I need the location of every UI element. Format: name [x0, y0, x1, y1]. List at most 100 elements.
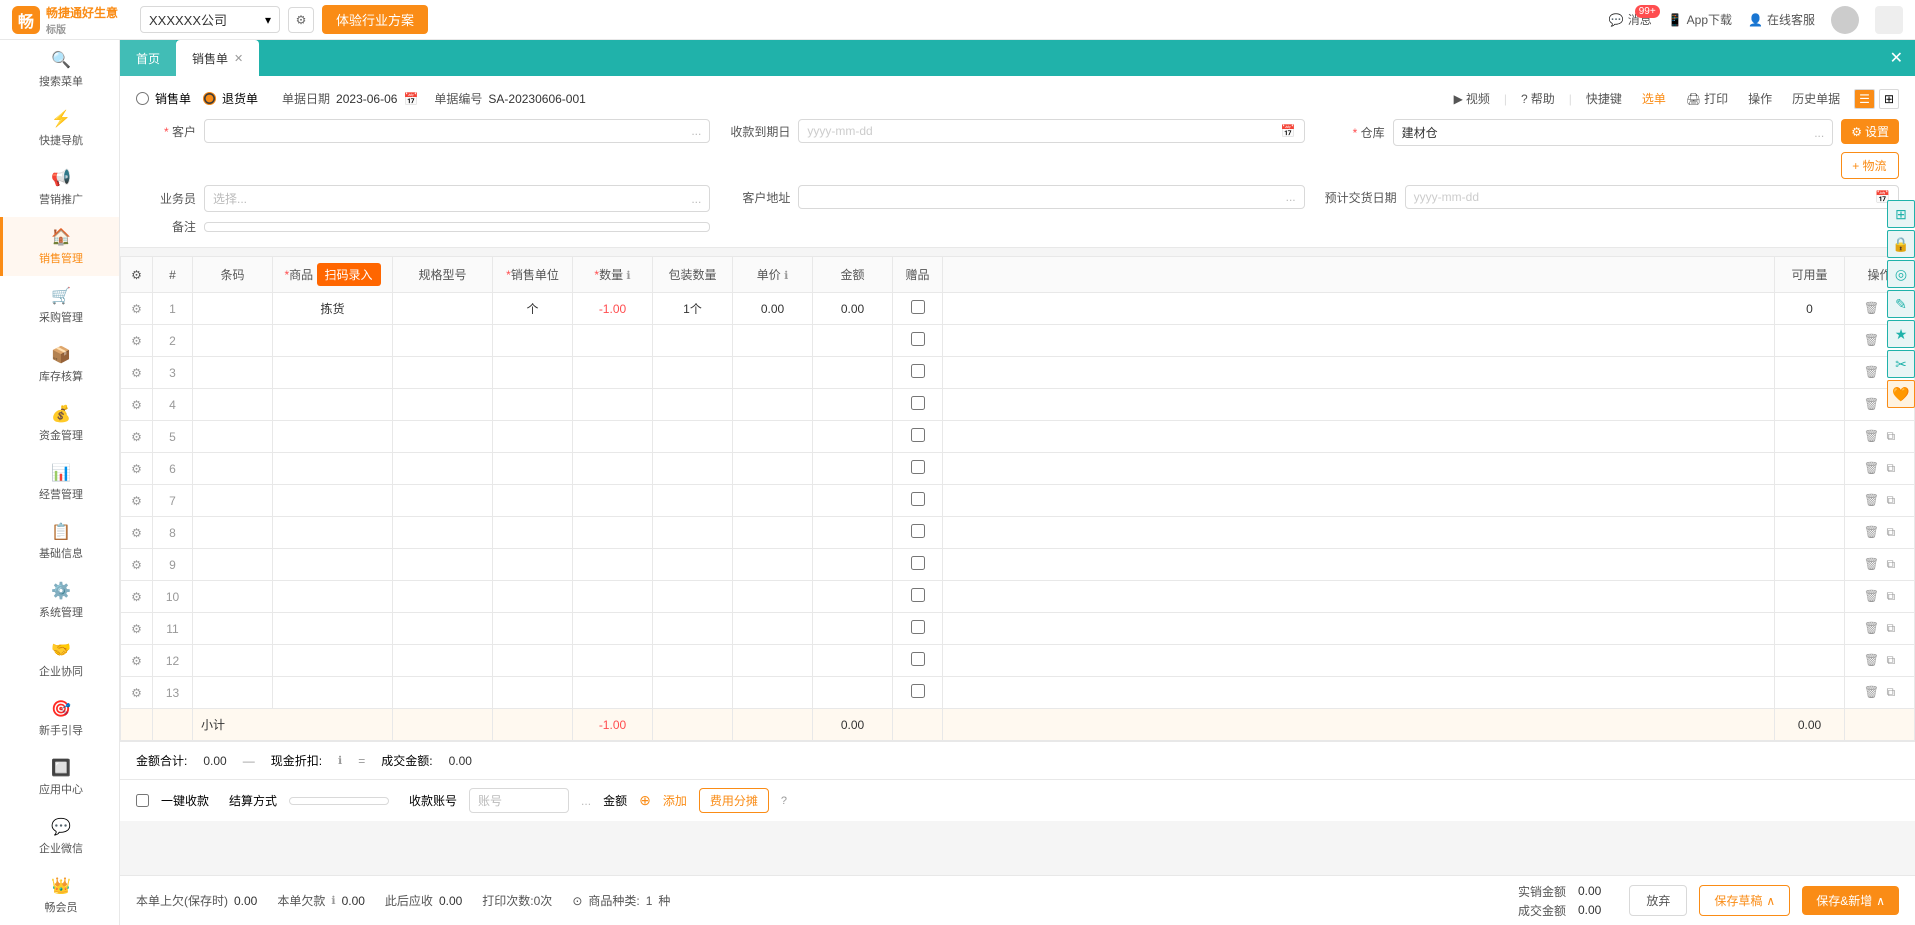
td-gift-11[interactable] — [893, 613, 943, 645]
close-all-tabs-btn[interactable]: ✕ — [1886, 44, 1907, 72]
float-btn-6[interactable]: ✂ — [1887, 350, 1915, 378]
print-btn[interactable]: 🖨 打印 — [1680, 88, 1734, 109]
td-gift-4[interactable] — [893, 389, 943, 421]
td-product-3[interactable] — [273, 357, 393, 389]
td-price-7[interactable] — [733, 485, 813, 517]
td-pkg-12[interactable] — [653, 645, 733, 677]
td-product-8[interactable] — [273, 517, 393, 549]
delete-icon-4[interactable]: 🗑 — [1864, 397, 1879, 411]
one-click-payment-checkbox[interactable] — [136, 794, 149, 807]
td-amount-9[interactable] — [813, 549, 893, 581]
delete-icon-9[interactable]: 🗑 — [1864, 557, 1879, 571]
td-settings-12[interactable]: ⚙ — [121, 645, 153, 677]
td-product-10[interactable] — [273, 581, 393, 613]
td-pkg-13[interactable] — [653, 677, 733, 709]
radio-return[interactable] — [203, 92, 216, 105]
td-barcode-9[interactable] — [193, 549, 273, 581]
sidebar-item-basic[interactable]: 📋 基础信息 — [0, 512, 119, 571]
td-price-10[interactable] — [733, 581, 813, 613]
td-spec-5[interactable] — [393, 421, 493, 453]
gear-button[interactable]: ⚙ — [288, 7, 314, 33]
sidebar-item-appstore[interactable]: 🔲 应用中心 — [0, 748, 119, 807]
td-ops-7[interactable]: 🗑 ⧉ — [1845, 485, 1915, 517]
sidebar-item-business[interactable]: 📊 经营管理 — [0, 453, 119, 512]
delete-icon-6[interactable]: 🗑 — [1864, 461, 1879, 475]
td-gift-1[interactable] — [893, 293, 943, 325]
td-price-2[interactable] — [733, 325, 813, 357]
gift-checkbox-7[interactable] — [911, 492, 925, 506]
td-unit-10[interactable] — [493, 581, 573, 613]
td-qty-11[interactable] — [573, 613, 653, 645]
td-amount-4[interactable] — [813, 389, 893, 421]
user-menu[interactable] — [1875, 6, 1903, 34]
td-spec-13[interactable] — [393, 677, 493, 709]
td-settings-13[interactable]: ⚙ — [121, 677, 153, 709]
td-gift-3[interactable] — [893, 357, 943, 389]
td-price-5[interactable] — [733, 421, 813, 453]
copy-icon-11[interactable]: ⧉ — [1887, 621, 1896, 635]
delete-icon-5[interactable]: 🗑 — [1864, 429, 1879, 443]
date-calendar-icon[interactable]: 📅 — [403, 92, 418, 106]
td-pkg-6[interactable] — [653, 453, 733, 485]
td-product-2[interactable] — [273, 325, 393, 357]
td-spec-9[interactable] — [393, 549, 493, 581]
td-amount-3[interactable] — [813, 357, 893, 389]
copy-icon-7[interactable]: ⧉ — [1887, 493, 1896, 507]
app-download-btn[interactable]: 📱 App下载 — [1668, 11, 1732, 28]
tab-home[interactable]: 首页 — [120, 40, 176, 76]
td-settings-2[interactable]: ⚙ — [121, 325, 153, 357]
gift-checkbox-8[interactable] — [911, 524, 925, 538]
td-amount-6[interactable] — [813, 453, 893, 485]
delivery-date-input[interactable]: yyyy-mm-dd 📅 — [1405, 185, 1899, 209]
td-amount-8[interactable] — [813, 517, 893, 549]
td-qty-8[interactable] — [573, 517, 653, 549]
sidebar-item-system[interactable]: ⚙️ 系统管理 — [0, 571, 119, 630]
delete-icon-10[interactable]: 🗑 — [1864, 589, 1879, 603]
sidebar-item-wechat[interactable]: 💬 企业微信 — [0, 807, 119, 866]
td-amount-11[interactable] — [813, 613, 893, 645]
online-service-btn[interactable]: 👤 在线客服 — [1748, 11, 1815, 28]
td-unit-12[interactable] — [493, 645, 573, 677]
td-spec-1[interactable] — [393, 293, 493, 325]
customer-addr-input[interactable]: ... — [798, 185, 1304, 209]
float-btn-2[interactable]: 🔒 — [1887, 230, 1915, 258]
td-pkg-7[interactable] — [653, 485, 733, 517]
td-pkg-5[interactable] — [653, 421, 733, 453]
td-settings-11[interactable]: ⚙ — [121, 613, 153, 645]
td-product-7[interactable] — [273, 485, 393, 517]
copy-icon-9[interactable]: ⧉ — [1887, 557, 1896, 571]
td-barcode-3[interactable] — [193, 357, 273, 389]
td-ops-9[interactable]: 🗑 ⧉ — [1845, 549, 1915, 581]
td-spec-3[interactable] — [393, 357, 493, 389]
trial-button[interactable]: 体验行业方案 — [322, 5, 428, 34]
scan-button[interactable]: 扫码录入 — [317, 263, 381, 286]
td-product-13[interactable] — [273, 677, 393, 709]
td-barcode-12[interactable] — [193, 645, 273, 677]
td-gift-9[interactable] — [893, 549, 943, 581]
td-ops-11[interactable]: 🗑 ⧉ — [1845, 613, 1915, 645]
td-qty-10[interactable] — [573, 581, 653, 613]
td-gift-2[interactable] — [893, 325, 943, 357]
sidebar-item-purchase[interactable]: 🛒 采购管理 — [0, 276, 119, 335]
sidebar-item-guide[interactable]: 🎯 新手引导 — [0, 689, 119, 748]
salesperson-input[interactable]: 选择... ... — [204, 185, 710, 212]
doc-type-return-radio[interactable]: 退货单 — [203, 90, 258, 107]
gift-checkbox-9[interactable] — [911, 556, 925, 570]
td-product-4[interactable] — [273, 389, 393, 421]
td-product-11[interactable] — [273, 613, 393, 645]
gift-checkbox-5[interactable] — [911, 428, 925, 442]
view-grid-btn[interactable]: ⊞ — [1879, 89, 1899, 109]
tab-close-btn[interactable]: ✕ — [234, 52, 243, 65]
delete-icon-11[interactable]: 🗑 — [1864, 621, 1879, 635]
td-price-3[interactable] — [733, 357, 813, 389]
copy-icon-8[interactable]: ⧉ — [1887, 525, 1896, 539]
copy-icon-13[interactable]: ⧉ — [1887, 685, 1896, 699]
td-ops-12[interactable]: 🗑 ⧉ — [1845, 645, 1915, 677]
td-barcode-1[interactable] — [193, 293, 273, 325]
sidebar-item-search[interactable]: 🔍 搜索菜单 — [0, 40, 119, 99]
td-settings-5[interactable]: ⚙ — [121, 421, 153, 453]
td-gift-12[interactable] — [893, 645, 943, 677]
td-pkg-1[interactable]: 1个 — [653, 293, 733, 325]
copy-icon-12[interactable]: ⧉ — [1887, 653, 1896, 667]
sidebar-item-collab[interactable]: 🤝 企业协同 — [0, 630, 119, 689]
